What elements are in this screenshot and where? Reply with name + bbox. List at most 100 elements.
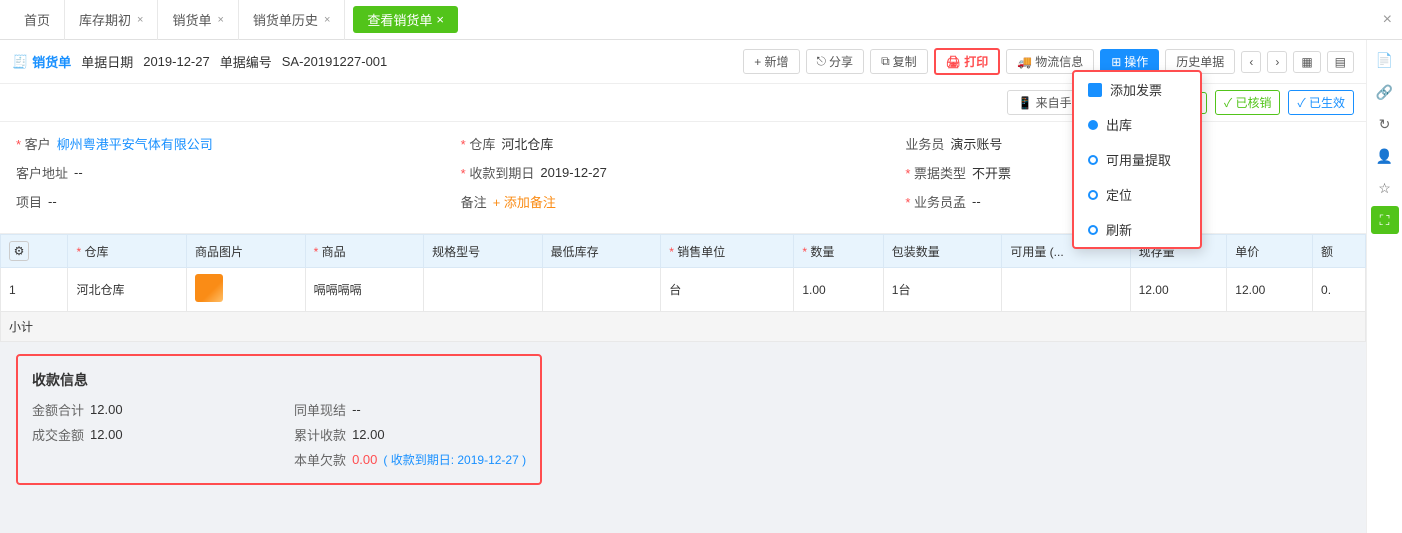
addr-label: 客户地址	[16, 163, 68, 182]
ticket-type-label: 票据类型	[905, 163, 966, 182]
row-warehouse: 河北仓库	[68, 268, 187, 312]
subtotal-row: 小计	[1, 312, 1366, 342]
row-product: 嗝嗝嗝嗝	[305, 268, 424, 312]
total-amount-row: 金额合计 12.00	[32, 400, 264, 419]
staff-value: 演示账号	[950, 134, 1002, 153]
tab-check-sales[interactable]: 查看销货单 ×	[353, 6, 458, 33]
add-invoice-icon	[1088, 83, 1102, 97]
payment-section: 收款信息 金额合计 12.00 同单现结 -- 成交金额 12.00	[0, 342, 1366, 509]
row-image	[187, 268, 306, 312]
sidebar-refresh-button[interactable]: ↻	[1371, 110, 1399, 138]
tab-home[interactable]: 首页	[10, 0, 65, 40]
locate-item[interactable]: 定位	[1074, 177, 1200, 212]
project-field: 项目 --	[16, 192, 461, 211]
row-index: 1	[1, 268, 68, 312]
available-qty-item[interactable]: 可用量提取	[1074, 142, 1200, 177]
current-due-label: 本单欠款	[294, 450, 346, 469]
effective-status: ✓ 已生效	[1288, 90, 1354, 115]
sidebar-star-button[interactable]: ☆	[1371, 174, 1399, 202]
star-icon: ☆	[1378, 180, 1391, 197]
warehouse-label: 仓库	[461, 134, 496, 153]
close-icon[interactable]: ×	[436, 12, 444, 27]
same-order-settle-row: 同单现结 --	[294, 400, 526, 419]
print-button[interactable]: 🖨 打印	[934, 48, 1001, 75]
addr-field: 客户地址 --	[16, 163, 461, 182]
product-thumbnail	[195, 274, 223, 302]
number-value: SA-20191227-001	[282, 54, 388, 69]
add-remark-button[interactable]: + 添加备注	[493, 192, 556, 211]
refresh-icon	[1088, 225, 1098, 235]
tab-sales-history[interactable]: 销货单历史 ×	[239, 0, 345, 40]
close-icon[interactable]: ×	[217, 14, 223, 26]
row-amount: 0.	[1313, 268, 1366, 312]
payment-info-box: 收款信息 金额合计 12.00 同单现结 -- 成交金额 12.00	[16, 354, 542, 485]
copy-icon: ⧉	[881, 54, 890, 69]
outbound-icon	[1088, 120, 1098, 130]
grid-view1-button[interactable]: ▦	[1293, 51, 1320, 73]
sidebar-info-button[interactable]: 📄	[1371, 46, 1399, 74]
add-invoice-item[interactable]: 添加发票	[1074, 72, 1200, 107]
deal-amount-row: 成交金额 12.00	[32, 425, 264, 444]
current-due-value: 0.00	[352, 452, 377, 467]
tab-bar-close-button[interactable]: ×	[1383, 11, 1392, 29]
col-settings[interactable]: ⚙	[1, 235, 68, 268]
payment-info-title: 收款信息	[32, 370, 526, 390]
print-icon: 🖨	[946, 55, 961, 69]
products-table: ⚙ 仓库 商品图片 商品 规格型号 最低库存 销售单位 数量 包装数量 可用量 …	[0, 234, 1366, 342]
row-unit: 台	[661, 268, 794, 312]
close-icon[interactable]: ×	[137, 14, 143, 26]
share-button[interactable]: ⎋ 分享	[806, 49, 865, 74]
doc-icon: 🧾	[12, 54, 28, 70]
cumulative-receipt-value: 12.00	[352, 427, 385, 442]
operation-dropdown: 添加发票 出库 可用量提取 定位 刷新	[1072, 70, 1202, 249]
grid-icon: ⊞	[1111, 55, 1121, 69]
row-available	[1002, 268, 1130, 312]
close-icon[interactable]: ×	[324, 14, 330, 26]
settings-icon[interactable]: ⚙	[9, 241, 29, 261]
same-order-settle-label: 同单现结	[294, 400, 346, 419]
payment-date-label: 收款到期日	[461, 163, 535, 182]
row-min-stock	[542, 268, 661, 312]
deal-amount-label: 成交金额	[32, 425, 84, 444]
col-warehouse: 仓库	[68, 235, 187, 268]
payment-info-grid: 金额合计 12.00 同单现结 -- 成交金额 12.00 累计收款 12.00	[32, 400, 526, 469]
cumulative-receipt-row: 累计收款 12.00	[294, 425, 526, 444]
tab-sales[interactable]: 销货单 ×	[158, 0, 238, 40]
toolbar-actions: + 新增 ⎋ 分享 ⧉ 复制 🖨 打印 🚚 物流信息	[743, 48, 1354, 75]
truck-icon: 🚚	[1017, 55, 1032, 69]
outbound-item[interactable]: 出库	[1074, 107, 1200, 142]
tab-inventory[interactable]: 库存期初 ×	[65, 0, 158, 40]
next-button[interactable]: ›	[1267, 51, 1287, 73]
customer-value[interactable]: 柳州粤港平安气体有限公司	[57, 134, 213, 153]
col-price: 单价	[1227, 235, 1313, 268]
new-button[interactable]: + 新增	[743, 49, 799, 74]
sidebar-user-button[interactable]: 👤	[1371, 142, 1399, 170]
due-note: ( 收款到期日: 2019-12-27 )	[383, 451, 526, 468]
row-quantity: 1.00	[794, 268, 883, 312]
deal-amount-value: 12.00	[90, 427, 123, 442]
col-min-stock: 最低库存	[542, 235, 661, 268]
refresh-item[interactable]: 刷新	[1074, 212, 1200, 247]
subtotal-label: 小计	[1, 312, 1366, 342]
sidebar-link-button[interactable]: 🔗	[1371, 78, 1399, 106]
same-order-settle-value: --	[352, 402, 361, 417]
tab-bar: 首页 库存期初 × 销货单 × 销货单历史 × 查看销货单 × ×	[0, 0, 1402, 40]
customer-label: 客户	[16, 134, 51, 153]
refresh-icon: ↻	[1379, 116, 1391, 133]
date-value: 2019-12-27	[143, 54, 210, 69]
row-price: 12.00	[1227, 268, 1313, 312]
prev-button[interactable]: ‹	[1241, 51, 1261, 73]
ticket-type-value: 不开票	[972, 163, 1011, 182]
copy-button[interactable]: ⧉ 复制	[870, 49, 928, 74]
addr-value: --	[74, 165, 83, 180]
phone-icon: 📱	[1018, 96, 1033, 110]
col-spec: 规格型号	[424, 235, 543, 268]
staff-label: 业务员	[905, 134, 944, 153]
info-icon: 📄	[1376, 52, 1393, 69]
col-product: 商品	[305, 235, 424, 268]
sidebar-expand-button[interactable]: ⛶	[1371, 206, 1399, 234]
warehouse-field: 仓库 河北仓库	[461, 134, 906, 153]
grid-view2-button[interactable]: ▤	[1327, 51, 1354, 73]
row-spec	[424, 268, 543, 312]
current-due-row: 本单欠款 0.00 ( 收款到期日: 2019-12-27 )	[294, 450, 526, 469]
